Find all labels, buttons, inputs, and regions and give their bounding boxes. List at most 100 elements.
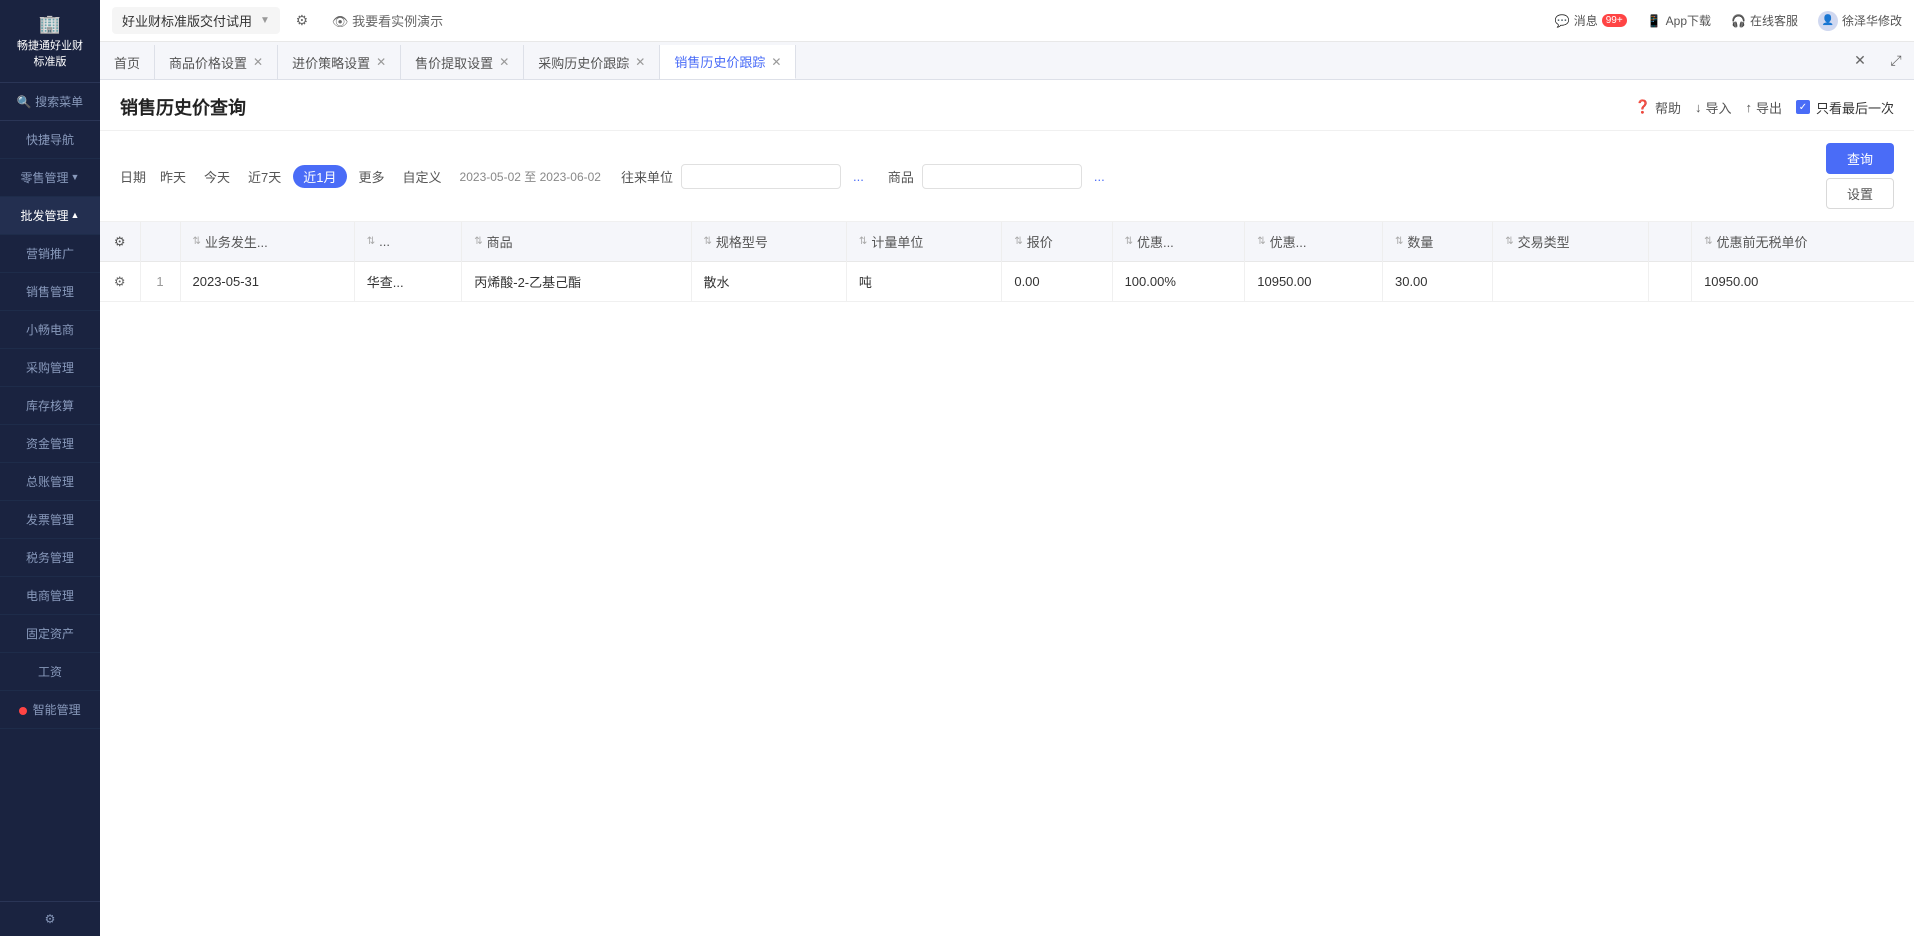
sidebar-item-retail[interactable]: 零售管理 ▼ — [0, 159, 100, 197]
sidebar-item-finance[interactable]: 资金管理 — [0, 425, 100, 463]
sidebar-item-sales[interactable]: 销售管理 — [0, 273, 100, 311]
export-button[interactable]: ↑ 导出 — [1745, 98, 1782, 117]
tab-sales-history[interactable]: 销售历史价跟踪 ✕ — [660, 45, 796, 79]
sidebar-item-ledger[interactable]: 总账管理 — [0, 463, 100, 501]
sort-icon: ⇅ — [859, 236, 867, 247]
th-trans-type[interactable]: ⇅ 交易类型 — [1493, 222, 1648, 262]
th-settings: ⚙ — [100, 222, 140, 262]
sort-icon: ⇅ — [193, 236, 201, 247]
date-option-more[interactable]: 更多 — [353, 165, 391, 188]
goods-more-button[interactable]: ... — [1090, 165, 1109, 188]
th-date[interactable]: ⇅ 业务发生... — [180, 222, 354, 262]
cell-pretax: 10950.00 — [1692, 262, 1914, 302]
date-option-custom[interactable]: 自定义 — [397, 165, 448, 188]
source-filter-label: 往来单位 — [621, 167, 673, 186]
expand-window-button[interactable]: ⤢ — [1878, 42, 1914, 79]
only-last-checkbox[interactable]: ✓ 只看最后一次 — [1796, 98, 1894, 117]
sidebar-item-label: 发票管理 — [26, 513, 74, 527]
th-discount2[interactable]: ⇅ 优惠... — [1245, 222, 1383, 262]
app-download-label: App下载 — [1666, 12, 1711, 29]
sidebar-search[interactable]: 🔍 搜索菜单 — [0, 83, 100, 121]
table-row[interactable]: ⚙ 1 2023-05-31 华查... 丙烯酸-2-乙基己酯 散水 吨 0.0… — [100, 262, 1914, 302]
phone-icon: 📱 — [1647, 14, 1662, 28]
sidebar-settings-button[interactable]: ⚙ — [0, 901, 100, 936]
user-menu[interactable]: 👤 徐泽华修改 — [1818, 11, 1902, 31]
sidebar-item-inventory[interactable]: 库存核算 — [0, 387, 100, 425]
th-spec[interactable]: ⇅ 规格型号 — [691, 222, 846, 262]
date-option-yesterday[interactable]: 昨天 — [154, 165, 192, 188]
sidebar-item-label: 资金管理 — [26, 437, 74, 451]
settings-filter-button[interactable]: 设置 — [1826, 178, 1894, 209]
sidebar-item-label: 批发管理 — [21, 207, 69, 224]
messages-label: 消息 — [1574, 12, 1598, 29]
th-unit[interactable]: ⇅ 计量单位 — [846, 222, 1001, 262]
goods-input[interactable] — [922, 164, 1082, 189]
th-pretax[interactable]: ⇅ 优惠前无税单价 — [1692, 222, 1914, 262]
import-button[interactable]: ↓ 导入 — [1695, 98, 1732, 117]
sidebar-item-tax[interactable]: 税务管理 — [0, 539, 100, 577]
sidebar-item-smart[interactable]: 智能管理 — [0, 691, 100, 729]
tab-strategy-close[interactable]: ✕ — [376, 56, 386, 68]
close-window-button[interactable]: ✕ — [1842, 42, 1878, 79]
cell-discount1: 100.00% — [1112, 262, 1245, 302]
close-icon: ✕ — [1854, 52, 1866, 69]
help-label: 帮助 — [1655, 98, 1681, 117]
sidebar-search-label: 搜索菜单 — [35, 95, 83, 109]
sidebar-item-quicknav[interactable]: 快捷导航 — [0, 121, 100, 159]
gear-icon[interactable]: ⚙ — [114, 234, 126, 249]
source-input[interactable] — [681, 164, 841, 189]
messages-button[interactable]: 💬 消息 99+ — [1555, 12, 1627, 29]
tab-purchase-history[interactable]: 采购历史价跟踪 ✕ — [524, 45, 660, 79]
sidebar-item-assets[interactable]: 固定资产 — [0, 615, 100, 653]
demo-label: 我要看实例演示 — [352, 14, 443, 29]
sort-icon: ⇅ — [474, 236, 482, 247]
tab-price-close[interactable]: ✕ — [253, 56, 263, 68]
sort-icon: ⇅ — [367, 236, 375, 247]
tab-extract[interactable]: 售价提取设置 ✕ — [401, 45, 524, 79]
date-option-last7[interactable]: 近7天 — [242, 165, 287, 188]
cell-settings[interactable]: ⚙ — [100, 262, 140, 302]
content-area: 销售历史价查询 ❓ 帮助 ↓ 导入 ↑ 导出 ✓ 只看最后一次 — [100, 80, 1914, 936]
sidebar-item-purchase[interactable]: 采购管理 — [0, 349, 100, 387]
th-qty[interactable]: ⇅ 数量 — [1382, 222, 1492, 262]
th-discount2-label: 优惠... — [1270, 232, 1307, 251]
sidebar-item-label: 库存核算 — [26, 399, 74, 413]
tab-strategy-label: 进价策略设置 — [292, 53, 370, 72]
date-option-today[interactable]: 今天 — [198, 165, 236, 188]
th-more[interactable]: ⇅ ... — [354, 222, 462, 262]
tab-purchase-history-close[interactable]: ✕ — [635, 56, 645, 68]
sidebar-item-label: 营销推广 — [26, 247, 74, 261]
query-button[interactable]: 查询 — [1826, 143, 1894, 174]
app-download-button[interactable]: 📱 App下载 — [1647, 12, 1711, 29]
th-goods[interactable]: ⇅ 商品 — [462, 222, 691, 262]
sidebar-item-marketing[interactable]: 营销推广 — [0, 235, 100, 273]
help-button[interactable]: ❓ 帮助 — [1635, 98, 1681, 117]
online-service-button[interactable]: 🎧 在线客服 — [1731, 12, 1798, 29]
demo-link[interactable]: 👁 我要看实例演示 — [332, 11, 443, 30]
sidebar-item-label: 智能管理 — [33, 703, 81, 717]
tab-price[interactable]: 商品价格设置 ✕ — [155, 45, 278, 79]
sidebar-item-invoice[interactable]: 发票管理 — [0, 501, 100, 539]
goods-filter-label: 商品 — [888, 167, 914, 186]
sidebar-item-payroll[interactable]: 工资 — [0, 653, 100, 691]
export-icon: ↑ — [1745, 100, 1752, 115]
sidebar-item-label: 销售管理 — [26, 285, 74, 299]
tab-home-label: 首页 — [114, 53, 140, 72]
gear-icon-small[interactable]: ⚙ — [114, 274, 126, 289]
tab-sales-history-close[interactable]: ✕ — [771, 56, 781, 68]
th-qty-label: 数量 — [1407, 232, 1433, 251]
topbar-settings-button[interactable]: ⚙ — [288, 7, 316, 35]
date-option-last1m[interactable]: 近1月 — [293, 165, 346, 188]
th-price[interactable]: ⇅ 报价 — [1002, 222, 1112, 262]
sidebar-item-ecommerce-small[interactable]: 小畅电商 — [0, 311, 100, 349]
tab-strategy[interactable]: 进价策略设置 ✕ — [278, 45, 401, 79]
source-more-button[interactable]: ... — [849, 165, 868, 188]
question-icon: ❓ — [1635, 99, 1651, 115]
tab-extract-close[interactable]: ✕ — [499, 56, 509, 68]
sidebar-item-ecommerce[interactable]: 电商管理 — [0, 577, 100, 615]
sidebar-item-wholesale[interactable]: 批发管理 ▲ — [0, 197, 100, 235]
th-discount1[interactable]: ⇅ 优惠... — [1112, 222, 1245, 262]
message-icon: 💬 — [1555, 14, 1570, 28]
product-selector[interactable]: 好业财标准版交付试用 ▼ — [112, 7, 280, 34]
tab-home[interactable]: 首页 — [100, 45, 155, 79]
